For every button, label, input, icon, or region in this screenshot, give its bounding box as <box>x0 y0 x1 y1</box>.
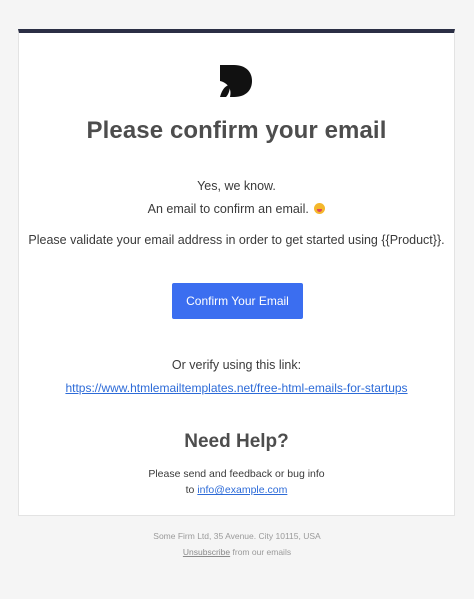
email-page: Please confirm your email Yes, we know. … <box>0 0 474 599</box>
intro-line-3: Please validate your email address in or… <box>28 233 445 247</box>
footer-unsubscribe-row: Unsubscribe from our emails <box>0 547 474 557</box>
d-logo-icon <box>220 65 252 97</box>
help-title: Need Help? <box>184 431 289 452</box>
help-text: Please send and feedback or bug info to … <box>19 466 454 498</box>
verify-text: Or verify using this link: <box>171 358 302 372</box>
intro-line-1: Yes, we know. <box>197 179 276 193</box>
help-line-1: Please send and feedback or bug info <box>148 468 325 480</box>
verify-link-row: https://www.htmlemailtemplates.net/free-… <box>19 381 454 395</box>
intro-line-2: An email to confirm an email. <box>19 202 454 216</box>
help-line-2-prefix: to <box>185 484 195 496</box>
footer-address: Some Firm Ltd, 35 Avenue. City 10115, US… <box>153 531 321 541</box>
intro-line-2-text: An email to confirm an email. <box>147 202 309 216</box>
help-email-link[interactable]: info@example.com <box>197 484 287 496</box>
help-line-2: to info@example.com <box>19 482 454 498</box>
email-title: Please confirm your email <box>86 117 387 144</box>
zany-face-emoji-icon <box>314 203 326 214</box>
verify-link[interactable]: https://www.htmlemailtemplates.net/free-… <box>65 381 407 395</box>
unsubscribe-link[interactable]: Unsubscribe <box>183 547 230 557</box>
unsubscribe-suffix: from our emails <box>232 547 292 557</box>
confirm-email-button[interactable]: Confirm Your Email <box>172 283 303 319</box>
email-card: Please confirm your email Yes, we know. … <box>18 29 455 516</box>
